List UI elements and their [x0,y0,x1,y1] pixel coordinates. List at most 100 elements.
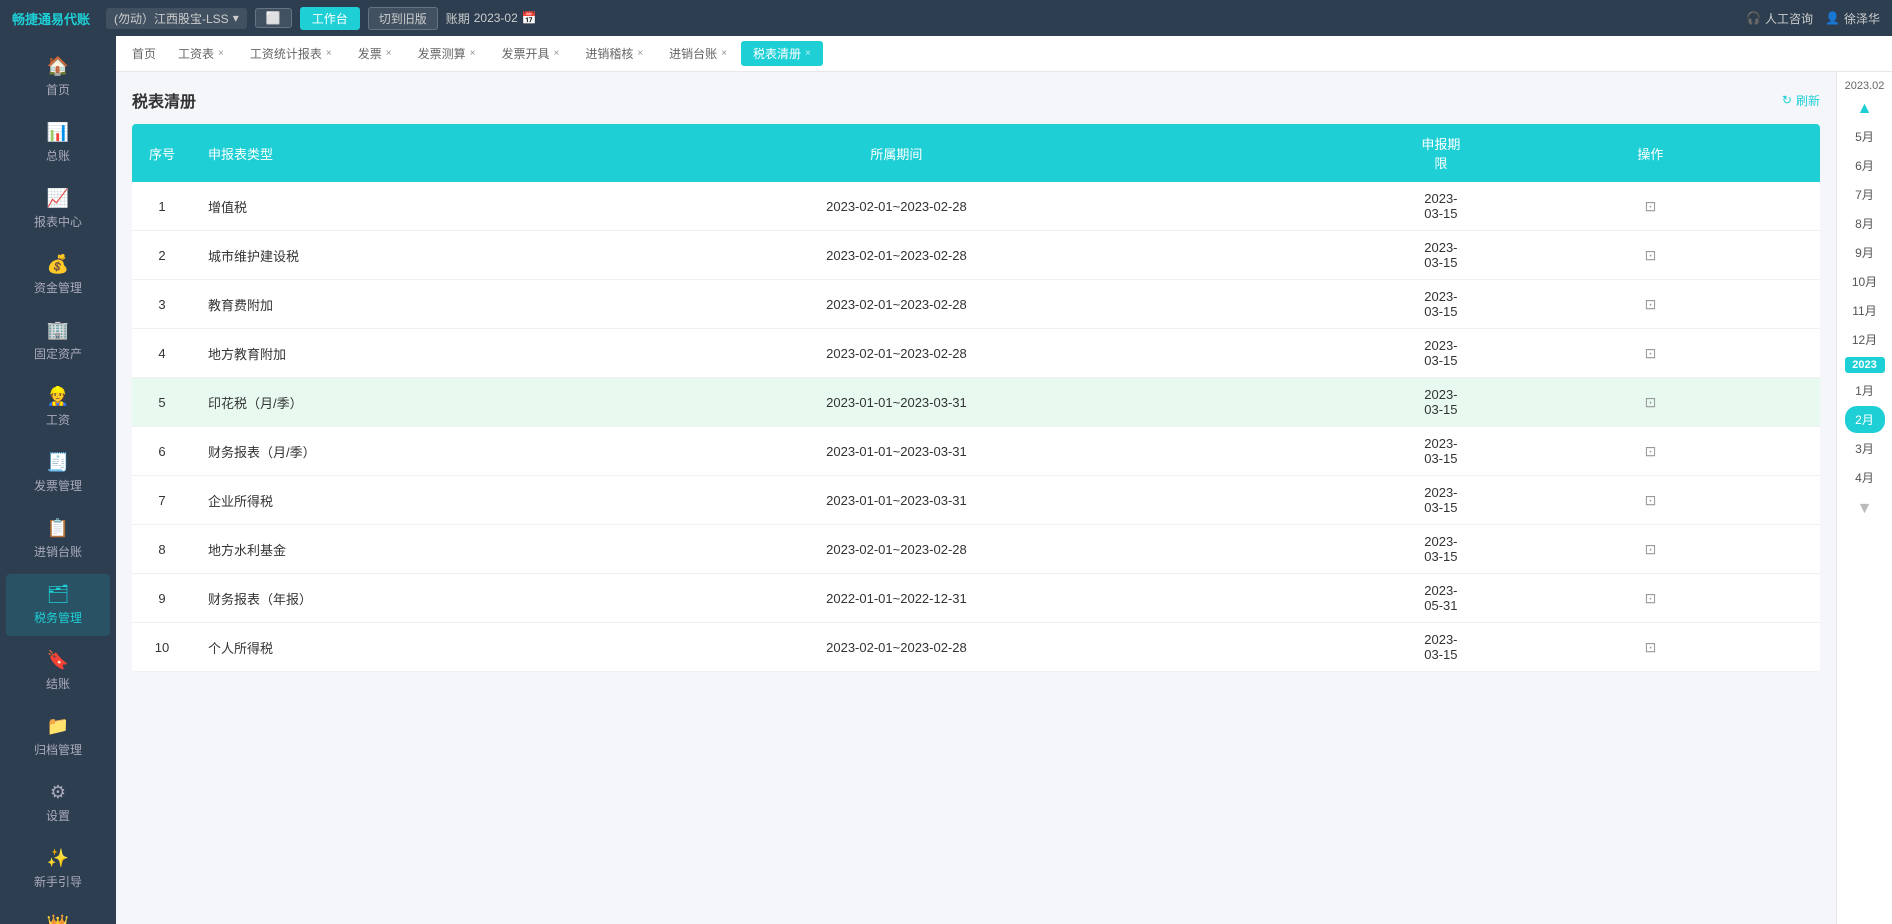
cell-deadline: 2023-03-15 [1401,525,1481,574]
period-label: 账期 [446,10,470,27]
table-row: 2 城市维护建设税 2023-02-01~2023-02-28 2023-03-… [132,231,1820,280]
cell-action: ⊡ [1481,525,1820,574]
month-item-10[interactable]: 10月 [1845,268,1885,295]
sidebar-item-guide[interactable]: ✨ 新手引导 [6,838,110,900]
tab-close-tax-list[interactable]: × [805,48,811,59]
user-service-btn[interactable]: 🎧 人工咨询 [1746,10,1813,27]
month-item-9[interactable]: 9月 [1845,239,1885,266]
cell-period: 2023-02-01~2023-02-28 [392,329,1401,378]
cell-deadline: 2023-05-31 [1401,574,1481,623]
tab-close-invoice[interactable]: × [386,48,392,59]
tab-close-purchase-check[interactable]: × [637,48,643,59]
company-name: (勿动）江西股宝-LSS [114,10,229,27]
sidebar-item-tax[interactable]: 🗂 税务管理 [6,574,110,636]
tab-home[interactable]: 首页 [124,41,164,66]
tab-close-invoice-calc[interactable]: × [470,48,476,59]
panel-top-date: 2023.02 [1843,76,1887,96]
action-icon[interactable]: ⊡ [1645,296,1657,312]
sidebar-label-guide: 新手引导 [34,873,82,890]
switch-old-button[interactable]: 切到旧版 [368,7,438,30]
workspace-button[interactable]: 工作台 [300,7,360,30]
sidebar-item-settlement[interactable]: 🔖 结账 [6,640,110,702]
tab-payroll-stats[interactable]: 工资统计报表 × [238,41,344,66]
month-item-11[interactable]: 11月 [1845,297,1885,324]
cell-action: ⊡ [1481,427,1820,476]
cell-deadline: 2023-03-15 [1401,623,1481,672]
cell-no: 3 [132,280,192,329]
month-item-6[interactable]: 6月 [1845,152,1885,179]
nav-up-button[interactable]: ▲ [1853,96,1877,122]
col-no: 序号 [132,124,192,182]
period-value: 2023-02 [474,11,518,25]
month-item-8[interactable]: 8月 [1845,210,1885,237]
cell-type: 城市维护建设税 [192,231,392,280]
settlement-icon: 🔖 [47,650,69,671]
month-item-7[interactable]: 7月 [1845,181,1885,208]
month-item-3[interactable]: 3月 [1845,435,1885,462]
action-icon[interactable]: ⊡ [1645,394,1657,410]
month-item-1[interactable]: 1月 [1845,377,1885,404]
assets-icon: 🏢 [47,320,69,341]
nav-down-button[interactable]: ▼ [1853,496,1877,522]
salary-icon: 👷 [47,386,69,407]
sidebar-item-ledger[interactable]: 📊 总账 [6,112,110,174]
tab-close-payroll[interactable]: × [218,48,224,59]
tab-invoice-open[interactable]: 发票开具 × [489,41,571,66]
action-icon[interactable]: ⊡ [1645,443,1657,459]
company-selector[interactable]: (勿动）江西股宝-LSS ▾ [106,8,247,29]
sidebar-item-assets[interactable]: 🏢 固定资产 [6,310,110,372]
month-item-5[interactable]: 5月 [1845,123,1885,150]
tab-payroll[interactable]: 工资表 × [166,41,236,66]
sidebar-item-report[interactable]: 📈 报表中心 [6,178,110,240]
sidebar-item-invoice[interactable]: 🧾 发票管理 [6,442,110,504]
settings-icon: ⚙ [50,782,66,803]
sidebar-label-fund: 资金管理 [34,279,82,296]
sidebar-label-archive: 归档管理 [34,741,82,758]
sidebar-label-purchase: 进销台账 [34,543,82,560]
table-row: 5 印花税（月/季） 2023-01-01~2023-03-31 2023-03… [132,378,1820,427]
sidebar-label-tax: 税务管理 [34,609,82,626]
action-icon[interactable]: ⊡ [1645,198,1657,214]
month-item-4[interactable]: 4月 [1845,464,1885,491]
cell-type: 个人所得税 [192,623,392,672]
cell-deadline: 2023-03-15 [1401,231,1481,280]
tab-purchase-check[interactable]: 进销稽核 × [573,41,655,66]
sidebar-item-settings[interactable]: ⚙ 设置 [6,772,110,834]
action-icon[interactable]: ⊡ [1645,492,1657,508]
tab-invoice[interactable]: 发票 × [346,41,404,66]
tab-purchase-ledger[interactable]: 进销台账 × [657,41,739,66]
sidebar-item-archive[interactable]: 📁 归档管理 [6,706,110,768]
table-row: 1 增值税 2023-02-01~2023-02-28 2023-03-15 ⊡ [132,182,1820,231]
action-icon[interactable]: ⊡ [1645,639,1657,655]
sidebar-item-member[interactable]: 👑 畅会员 [6,904,110,924]
sidebar-label-invoice: 发票管理 [34,477,82,494]
cell-period: 2023-02-01~2023-02-28 [392,182,1401,231]
refresh-button[interactable]: ↻ 刷新 [1782,92,1820,109]
action-icon[interactable]: ⊡ [1645,590,1657,606]
chevron-down-icon: ▾ [233,11,239,25]
table-row: 6 财务报表（月/季） 2023-01-01~2023-03-31 2023-0… [132,427,1820,476]
action-icon[interactable]: ⊡ [1645,345,1657,361]
month-item-2[interactable]: 2月 [1845,406,1885,433]
month-item-12[interactable]: 12月 [1845,326,1885,353]
tab-invoice-calc[interactable]: 发票测算 × [406,41,488,66]
action-icon[interactable]: ⊡ [1645,247,1657,263]
tab-tax-list[interactable]: 税表清册 × [741,41,823,66]
sidebar-item-salary[interactable]: 👷 工资 [6,376,110,438]
tab-close-payroll-stats[interactable]: × [326,48,332,59]
col-period: 所属期间 [392,124,1401,182]
sidebar-item-purchase[interactable]: 📋 进销台账 [6,508,110,570]
action-icon[interactable]: ⊡ [1645,541,1657,557]
tab-label-invoice: 发票 [358,45,382,62]
table-row: 10 个人所得税 2023-02-01~2023-02-28 2023-03-1… [132,623,1820,672]
sidebar-item-fund[interactable]: 💰 资金管理 [6,244,110,306]
cell-deadline: 2023-03-15 [1401,427,1481,476]
sidebar-item-home[interactable]: 🏠 首页 [6,46,110,108]
username-label: 徐泽华 [1844,10,1880,27]
sidebar-label-report: 报表中心 [34,213,82,230]
tab-close-invoice-open[interactable]: × [553,48,559,59]
user-avatar-btn[interactable]: 👤 徐泽华 [1825,10,1880,27]
ledger-icon: 📊 [47,122,69,143]
copy-icon-btn[interactable]: ⬜ [255,8,292,28]
tab-close-purchase-ledger[interactable]: × [721,48,727,59]
